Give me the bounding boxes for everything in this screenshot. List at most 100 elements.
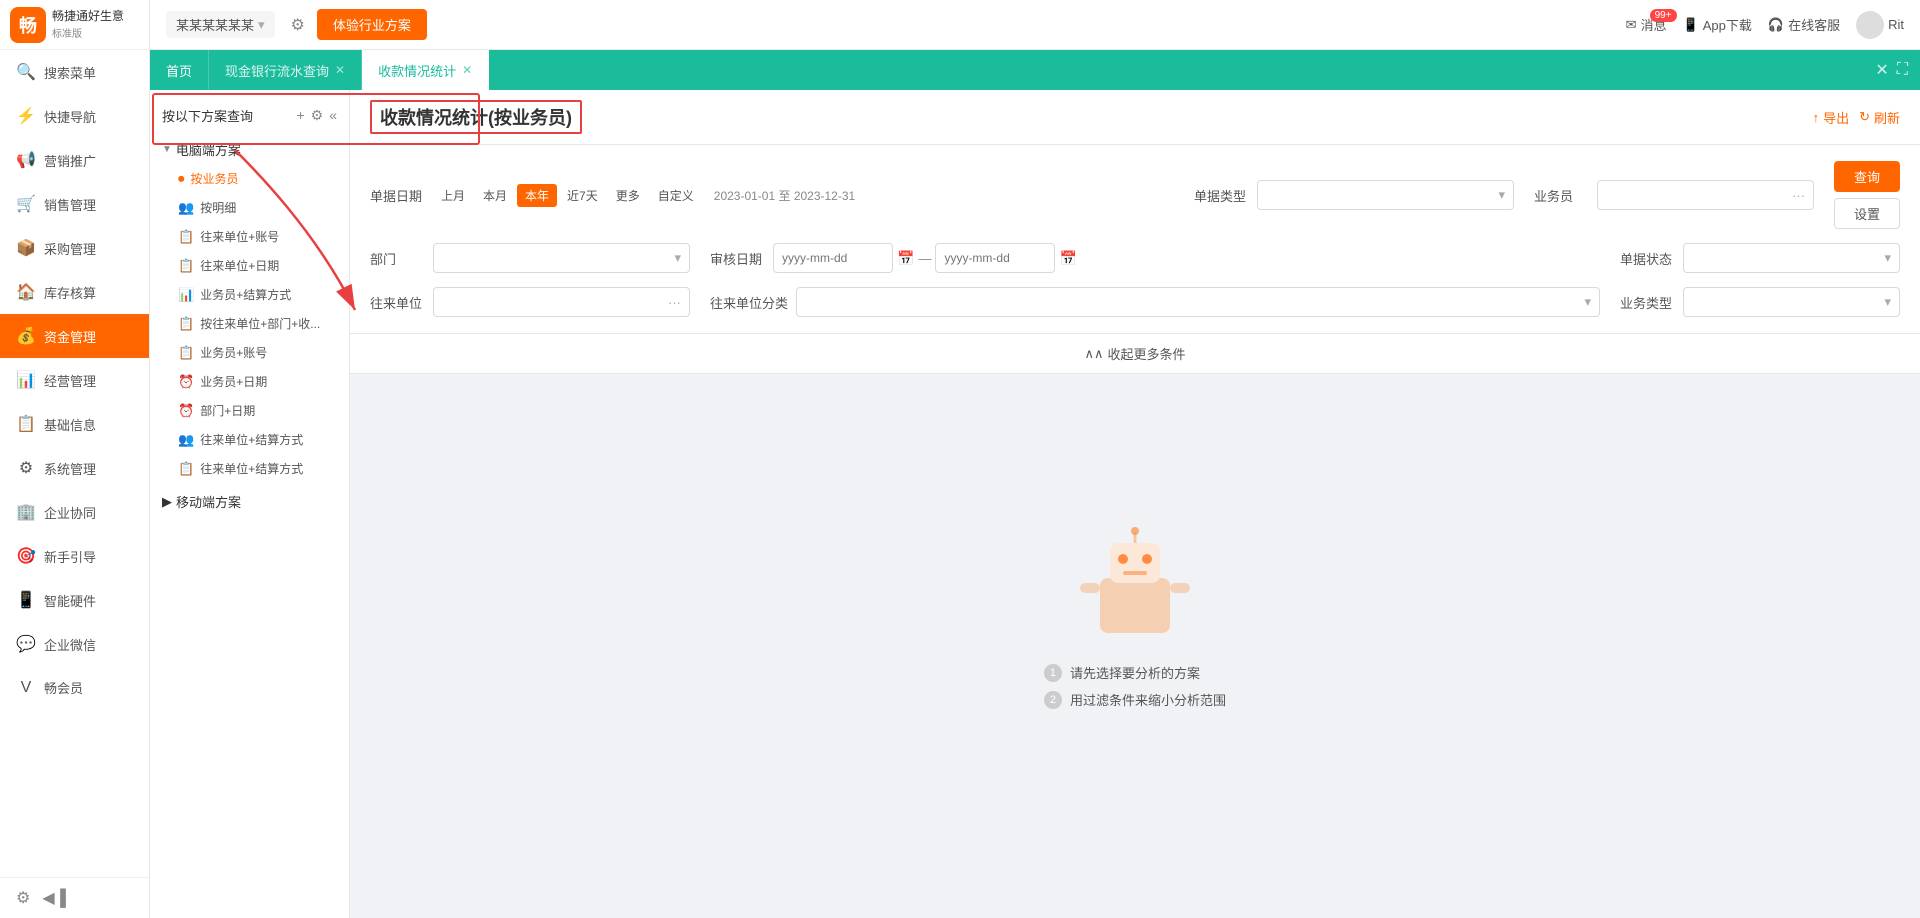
app-download-button[interactable]: 📱 App下载: [1683, 15, 1752, 34]
sidebar-item-search[interactable]: 🔍 搜索菜单: [0, 50, 149, 94]
filter-collapse-button[interactable]: ∧∧ 收起更多条件: [350, 334, 1920, 374]
voucher-type-label: 单据类型: [1194, 186, 1249, 205]
date-tab-this-month[interactable]: 本月: [475, 184, 515, 207]
date-tab-more[interactable]: 更多: [608, 184, 648, 207]
sidebar-item-hardware[interactable]: 📱 智能硬件: [0, 578, 149, 622]
export-button[interactable]: ↑ 导出: [1813, 108, 1850, 127]
tip-num-2: 2: [1044, 691, 1062, 709]
robot-svg: [1075, 523, 1195, 643]
filter-voucher-type-item: 单据类型 ▾: [1194, 180, 1514, 210]
partner-select[interactable]: ···: [433, 287, 690, 317]
scheme-item-partner-settlement2[interactable]: 📋 往来单位+结算方式: [150, 454, 349, 483]
tab-home[interactable]: 首页: [150, 50, 209, 90]
mobile-group-expand-icon: ▶: [162, 494, 172, 510]
sidebar-item-system[interactable]: ⚙ 系统管理: [0, 446, 149, 490]
scheme-sdate-icon: ⏰: [178, 374, 194, 390]
collapse-panel-icon[interactable]: «: [329, 107, 337, 124]
sidebar-item-purchase[interactable]: 📦 采购管理: [0, 226, 149, 270]
scheme-settings-icon[interactable]: ⚙: [311, 107, 324, 124]
sidebar-item-finance[interactable]: 💰 资金管理: [0, 314, 149, 358]
group-expand-icon: ▼: [162, 144, 172, 155]
message-badge: 99+: [1650, 9, 1677, 22]
sidebar-item-base[interactable]: 📋 基础信息: [0, 402, 149, 446]
window-maximize-icon[interactable]: ⛶: [1897, 61, 1908, 79]
window-close-icon[interactable]: ✕: [1875, 60, 1888, 80]
tab-bank[interactable]: 现金银行流水查询 ✕: [209, 50, 362, 90]
filter-salesperson-item: 业务员 ···: [1534, 180, 1814, 210]
scheme-item-salesperson-date[interactable]: ⏰ 业务员+日期: [150, 367, 349, 396]
filter-date-item: 单据日期 上月 本月 本年 近7天 更多 自定义 2023-01-01 至 20…: [370, 184, 1174, 207]
salesperson-select[interactable]: ···: [1597, 180, 1814, 210]
header-settings-icon[interactable]: ⚙: [291, 15, 305, 35]
scheme-item-by-salesperson[interactable]: ⏺ 按业务员: [150, 164, 349, 193]
partner-category-label: 往来单位分类: [710, 293, 788, 312]
review-date-cal1-icon[interactable]: 📅: [897, 250, 914, 267]
partner-category-select[interactable]: ▾: [796, 287, 1600, 317]
date-tab-7days[interactable]: 近7天: [559, 184, 606, 207]
top-header: 某某某某某某 ▾ ⚙ 体验行业方案 ✉ 消息 99+ 📱 App下载 🎧 在线客…: [150, 0, 1920, 50]
date-tab-last-month[interactable]: 上月: [433, 184, 473, 207]
sidebar: 畅 畅捷通好生意 标准版 🔍 搜索菜单 ⚡ 快捷导航 📢 营销推广 🛒 销售管理…: [0, 0, 150, 918]
tip-text-1: 请先选择要分析的方案: [1070, 663, 1200, 682]
filter-row-2: 部门 ▾ 审核日期 📅 — 📅: [370, 243, 1900, 273]
partner-more-icon[interactable]: ···: [668, 295, 681, 310]
finance-icon: 💰: [16, 326, 36, 346]
right-content: 收款情况统计(按业务员) ↑ 导出 ↻ 刷新 单据日期 上月: [350, 90, 1920, 918]
dept-select[interactable]: ▾: [433, 243, 690, 273]
scheme-ddate-icon: ⏰: [178, 403, 194, 419]
message-button[interactable]: ✉ 消息 99+: [1626, 15, 1667, 34]
page-title: 收款情况统计(按业务员): [370, 100, 582, 134]
scheme-item-partner-dept[interactable]: 📋 按往来单位+部门+收...: [150, 309, 349, 338]
review-date-label: 审核日期: [710, 249, 765, 268]
refresh-icon: ↻: [1859, 109, 1870, 125]
review-date-cal2-icon[interactable]: 📅: [1059, 250, 1076, 267]
sidebar-item-marketing[interactable]: 📢 营销推广: [0, 138, 149, 182]
review-date-wrap: 📅 — 📅: [773, 243, 1600, 273]
refresh-button[interactable]: ↻ 刷新: [1859, 108, 1900, 127]
sidebar-item-sales[interactable]: 🛒 销售管理: [0, 182, 149, 226]
query-button[interactable]: 查询: [1834, 161, 1900, 192]
sidebar-item-company[interactable]: 🏢 企业协同: [0, 490, 149, 534]
service-icon: 🎧: [1768, 17, 1784, 33]
service-button[interactable]: 🎧 在线客服: [1768, 15, 1840, 34]
scheme-item-salesperson-account[interactable]: 📋 业务员+账号: [150, 338, 349, 367]
sidebar-item-quick-nav[interactable]: ⚡ 快捷导航: [0, 94, 149, 138]
sidebar-item-vip[interactable]: V 畅会员: [0, 666, 149, 709]
user-menu[interactable]: Rit: [1856, 11, 1904, 39]
scheme-item-dept-date[interactable]: ⏰ 部门+日期: [150, 396, 349, 425]
inventory-icon: 🏠: [16, 282, 36, 302]
sidebar-item-wechat[interactable]: 💬 企业微信: [0, 622, 149, 666]
date-tab-this-year[interactable]: 本年: [517, 184, 557, 207]
salesperson-more-icon[interactable]: ···: [1792, 188, 1805, 203]
tab-collection-close-icon[interactable]: ✕: [462, 63, 472, 77]
add-scheme-icon[interactable]: +: [296, 107, 304, 124]
sidebar-settings-icon[interactable]: ⚙: [16, 888, 30, 908]
mobile-group-title[interactable]: ▶ 移动端方案: [150, 487, 349, 516]
review-date-start[interactable]: [773, 243, 893, 273]
scheme-item-partner-settlement1[interactable]: 👥 往来单位+结算方式: [150, 425, 349, 454]
guide-icon: 🎯: [16, 546, 36, 566]
trial-button[interactable]: 体验行业方案: [317, 9, 427, 40]
scheme-ss-icon: 📊: [178, 287, 194, 303]
sidebar-item-guide[interactable]: 🎯 新手引导: [0, 534, 149, 578]
voucher-type-select[interactable]: ▾: [1257, 180, 1514, 210]
logo: 畅 畅捷通好生意 标准版: [0, 0, 149, 50]
tab-collection[interactable]: 收款情况统计 ✕: [362, 50, 489, 90]
tab-bank-close-icon[interactable]: ✕: [335, 63, 345, 77]
settings-button[interactable]: 设置: [1834, 198, 1900, 229]
scheme-item-by-detail[interactable]: 👥 按明细: [150, 193, 349, 222]
sidebar-item-inventory[interactable]: 🏠 库存核算: [0, 270, 149, 314]
scheme-item-partner-account[interactable]: 📋 往来单位+账号: [150, 222, 349, 251]
scheme-item-salesperson-settlement[interactable]: 📊 业务员+结算方式: [150, 280, 349, 309]
desktop-group-title[interactable]: ▼ 电脑端方案: [150, 135, 349, 164]
scheme-ps1-icon: 👥: [178, 432, 194, 448]
sidebar-item-business[interactable]: 📊 经营管理: [0, 358, 149, 402]
base-icon: 📋: [16, 414, 36, 434]
review-date-end[interactable]: [935, 243, 1055, 273]
scheme-item-partner-date[interactable]: 📋 往来单位+日期: [150, 251, 349, 280]
voucher-status-select[interactable]: ▾: [1683, 243, 1900, 273]
business-type-select[interactable]: ▾: [1683, 287, 1900, 317]
sidebar-collapse-icon[interactable]: ◀▐: [42, 888, 66, 908]
user-avatar: [1856, 11, 1884, 39]
date-tab-custom[interactable]: 自定义: [650, 184, 702, 207]
